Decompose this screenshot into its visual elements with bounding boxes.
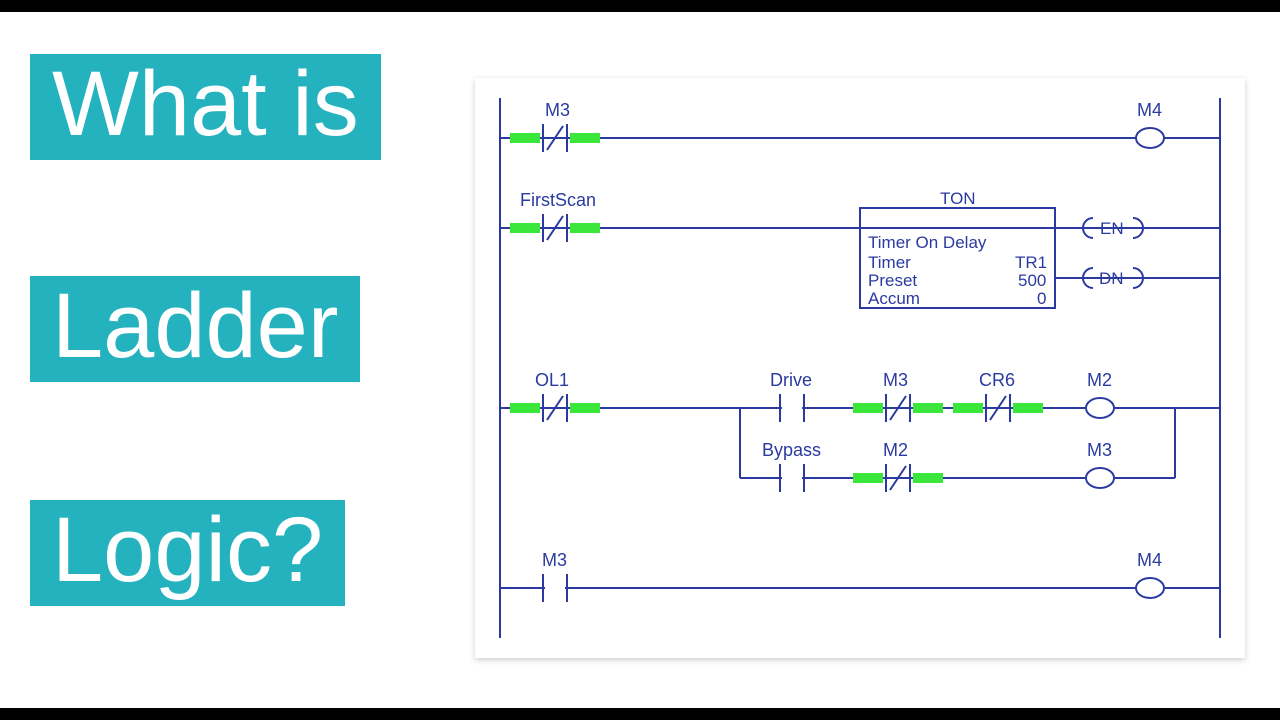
r3-c1: OL1 (535, 370, 569, 390)
r3-b2: M2 (883, 440, 908, 460)
r2-contact-label: FirstScan (520, 190, 596, 210)
title-line-1: What is (30, 54, 381, 160)
ton-l4a: Accum (868, 289, 920, 308)
frame: What is Ladder Logic? M3 M4 (0, 12, 1280, 708)
ton-l2b: TR1 (1015, 253, 1047, 272)
r4-c1: M3 (542, 550, 567, 570)
ton-l1: Timer On Delay (868, 233, 987, 252)
r3-c2: Drive (770, 370, 812, 390)
ton-l4b: 0 (1037, 289, 1046, 308)
ton-l3b: 500 (1018, 271, 1046, 290)
r3-c3: M3 (883, 370, 908, 390)
ton-dn: DN (1099, 269, 1124, 288)
r3-coil1: M2 (1087, 370, 1112, 390)
r1-contact-label: M3 (545, 100, 570, 120)
r1-coil-label: M4 (1137, 100, 1162, 120)
ton-l3a: Preset (868, 271, 917, 290)
ton-en: EN (1100, 219, 1124, 238)
title-line-2: Ladder (30, 276, 360, 382)
r4-coil: M4 (1137, 550, 1162, 570)
r3-b1: Bypass (762, 440, 821, 460)
r3-c4: CR6 (979, 370, 1015, 390)
title-line-3: Logic? (30, 500, 345, 606)
ton-l2a: Timer (868, 253, 911, 272)
ton-title: TON (940, 189, 976, 208)
ladder-diagram: M3 M4 FirstScan TON Timer On Delay Timer… (475, 78, 1245, 658)
r3-bcoil: M3 (1087, 440, 1112, 460)
diagram-svg: M3 M4 FirstScan TON Timer On Delay Timer… (475, 78, 1245, 658)
